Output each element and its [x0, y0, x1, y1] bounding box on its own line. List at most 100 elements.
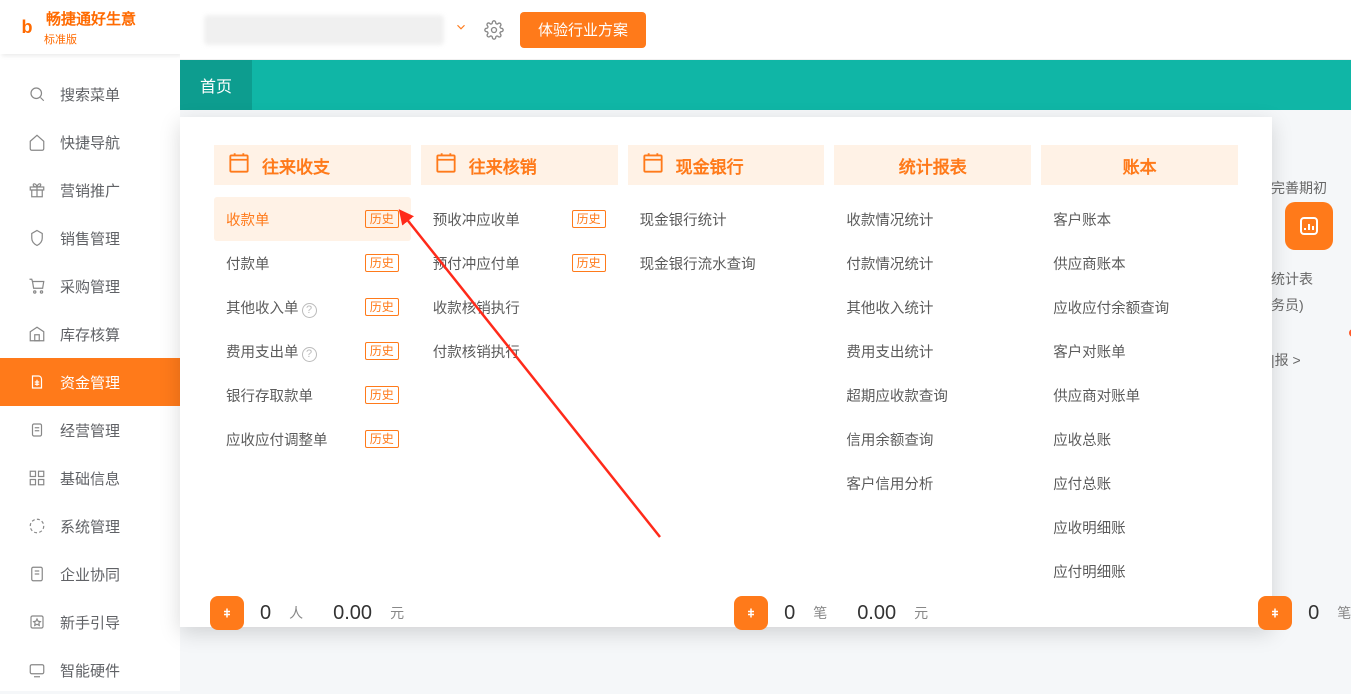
mega-item-label: 其他收入统计: [846, 297, 933, 318]
doc-icon: [433, 150, 459, 181]
history-tag[interactable]: 历史: [365, 210, 399, 228]
mega-item-1-3[interactable]: 付款核销执行: [421, 329, 618, 373]
history-tag[interactable]: 历史: [365, 254, 399, 272]
mega-item-4-6[interactable]: 应付总账: [1041, 461, 1238, 505]
org-name-blurred: [204, 15, 444, 45]
right-rail: 完善期初 统计表 务员) |报 >: [1271, 175, 1351, 373]
mega-item-2-1[interactable]: 现金银行流水查询: [628, 241, 825, 285]
sidebar-item-label: 系统管理: [60, 516, 120, 537]
mega-item-3-1[interactable]: 付款情况统计: [834, 241, 1031, 285]
history-tag[interactable]: 历史: [572, 254, 606, 272]
metric-icon: [734, 596, 768, 630]
mega-item-4-3[interactable]: 客户对账单: [1041, 329, 1238, 373]
sidebar-item-label: 企业协同: [60, 564, 120, 585]
help-icon: ?: [302, 347, 317, 362]
mega-item-0-4[interactable]: 银行存取款单 历史: [214, 373, 411, 417]
history-tag[interactable]: 历史: [365, 342, 399, 360]
mega-item-1-0[interactable]: 预收冲应收单 历史: [421, 197, 618, 241]
metric-count: 0: [1308, 602, 1319, 625]
mega-item-0-5[interactable]: 应收应付调整单历史: [214, 417, 411, 461]
cart-icon: [28, 277, 46, 295]
mega-item-label: 现金银行统计: [640, 209, 727, 230]
mega-item-4-2[interactable]: 应收应付余额查询: [1041, 285, 1238, 329]
tv-icon: [28, 661, 46, 679]
mega-item-3-2[interactable]: 其他收入统计: [834, 285, 1031, 329]
gift-icon: [28, 181, 46, 199]
gear-icon[interactable]: [484, 20, 504, 40]
sidebar-item-10[interactable]: 企业协同: [0, 550, 180, 598]
mega-item-1-2[interactable]: 收款核销执行: [421, 285, 618, 329]
mega-item-4-4[interactable]: 供应商对账单: [1041, 373, 1238, 417]
mega-item-label: 付款情况统计: [846, 253, 933, 274]
sidebar-item-0[interactable]: 搜索菜单: [0, 70, 180, 118]
mega-item-3-3[interactable]: 费用支出统计: [834, 329, 1031, 373]
mega-column-header: 现金银行: [628, 145, 825, 185]
sidebar-item-3[interactable]: 销售管理: [0, 214, 180, 262]
sidebar-item-6[interactable]: 资金管理: [0, 358, 180, 406]
mega-item-label: 应收明细账: [1053, 517, 1126, 538]
mega-item-4-0[interactable]: 客户账本: [1041, 197, 1238, 241]
stats-icon-button[interactable]: [1285, 202, 1333, 250]
mega-item-label: 预收冲应收单: [433, 209, 520, 230]
badge-icon: [28, 229, 46, 247]
mega-item-label: 其他收入单?: [226, 297, 317, 318]
sidebar-item-label: 营销推广: [60, 180, 120, 201]
sidebar-item-7[interactable]: 经营管理: [0, 406, 180, 454]
mega-item-0-3[interactable]: 费用支出单?历史: [214, 329, 411, 373]
sidebar: b 畅捷通好生意 标准版 搜索菜单快捷导航营销推广销售管理采购管理库存核算资金管…: [0, 0, 180, 691]
mega-item-label: 信用余额查询: [846, 429, 933, 450]
history-tag[interactable]: 历史: [365, 298, 399, 316]
mega-item-0-0[interactable]: 收款单历史: [214, 197, 411, 241]
industry-plan-button[interactable]: 体验行业方案: [520, 12, 646, 48]
sidebar-item-5[interactable]: 库存核算: [0, 310, 180, 358]
sidebar-item-label: 采购管理: [60, 276, 120, 297]
history-tag[interactable]: 历史: [365, 386, 399, 404]
column-title: 现金银行: [676, 153, 744, 178]
mega-item-label: 银行存取款单: [226, 385, 313, 406]
mega-menu-panel: 往来收支收款单历史付款单历史其他收入单?历史费用支出单?历史银行存取款单历史应收…: [180, 117, 1272, 627]
mega-item-3-5[interactable]: 信用余额查询: [834, 417, 1031, 461]
search-icon: [28, 85, 46, 103]
sidebar-item-4[interactable]: 采购管理: [0, 262, 180, 310]
right-rail-text-2: 务员): [1271, 292, 1351, 319]
clipboard-icon: [28, 421, 46, 439]
column-title: 往来核销: [469, 153, 537, 178]
mega-item-2-0[interactable]: 现金银行统计: [628, 197, 825, 241]
sidebar-item-1[interactable]: 快捷导航: [0, 118, 180, 166]
complete-initial-link[interactable]: 完善期初: [1271, 175, 1351, 202]
metric-card-0: 0人0.00元: [210, 596, 404, 630]
mega-item-3-4[interactable]: 超期应收款查询: [834, 373, 1031, 417]
doc-icon: [226, 150, 252, 181]
history-tag[interactable]: 历史: [572, 210, 606, 228]
sidebar-item-label: 经营管理: [60, 420, 120, 441]
mega-item-4-7[interactable]: 应收明细账: [1041, 505, 1238, 549]
sidebar-item-2[interactable]: 营销推广: [0, 166, 180, 214]
sidebar-item-11[interactable]: 新手引导: [0, 598, 180, 646]
sidebar-item-label: 基础信息: [60, 468, 120, 489]
right-rail-text-3[interactable]: |报 >: [1271, 347, 1351, 374]
metric-icon: [1258, 596, 1292, 630]
org-selector[interactable]: [204, 15, 468, 45]
sidebar-item-12[interactable]: 智能硬件: [0, 646, 180, 694]
mega-item-0-1[interactable]: 付款单历史: [214, 241, 411, 285]
metric-count-unit: 笔: [1337, 603, 1351, 623]
mega-item-4-8[interactable]: 应付明细账: [1041, 549, 1238, 593]
mega-column-4: 账本客户账本供应商账本应收应付余额查询客户对账单供应商对账单应收总账应付总账应收…: [1041, 145, 1238, 599]
mega-item-4-5[interactable]: 应收总账: [1041, 417, 1238, 461]
sidebar-item-8[interactable]: 基础信息: [0, 454, 180, 502]
column-title: 往来收支: [262, 153, 330, 178]
history-tag[interactable]: 历史: [365, 430, 399, 448]
mega-item-1-1[interactable]: 预付冲应付单 历史: [421, 241, 618, 285]
mega-item-label: 现金银行流水查询: [640, 253, 756, 274]
mega-item-3-6[interactable]: 客户信用分析: [834, 461, 1031, 505]
mega-item-label: 预付冲应付单: [433, 253, 520, 274]
mega-column-header: 往来核销: [421, 145, 618, 185]
mega-item-0-2[interactable]: 其他收入单? 历史: [214, 285, 411, 329]
doc-icon: [640, 150, 666, 181]
mega-item-4-1[interactable]: 供应商账本: [1041, 241, 1238, 285]
tab-home[interactable]: 首页: [180, 60, 252, 110]
mega-item-label: 应收总账: [1053, 429, 1111, 450]
sidebar-item-9[interactable]: 系统管理: [0, 502, 180, 550]
mega-item-3-0[interactable]: 收款情况统计: [834, 197, 1031, 241]
mega-item-label: 供应商账本: [1053, 253, 1126, 274]
